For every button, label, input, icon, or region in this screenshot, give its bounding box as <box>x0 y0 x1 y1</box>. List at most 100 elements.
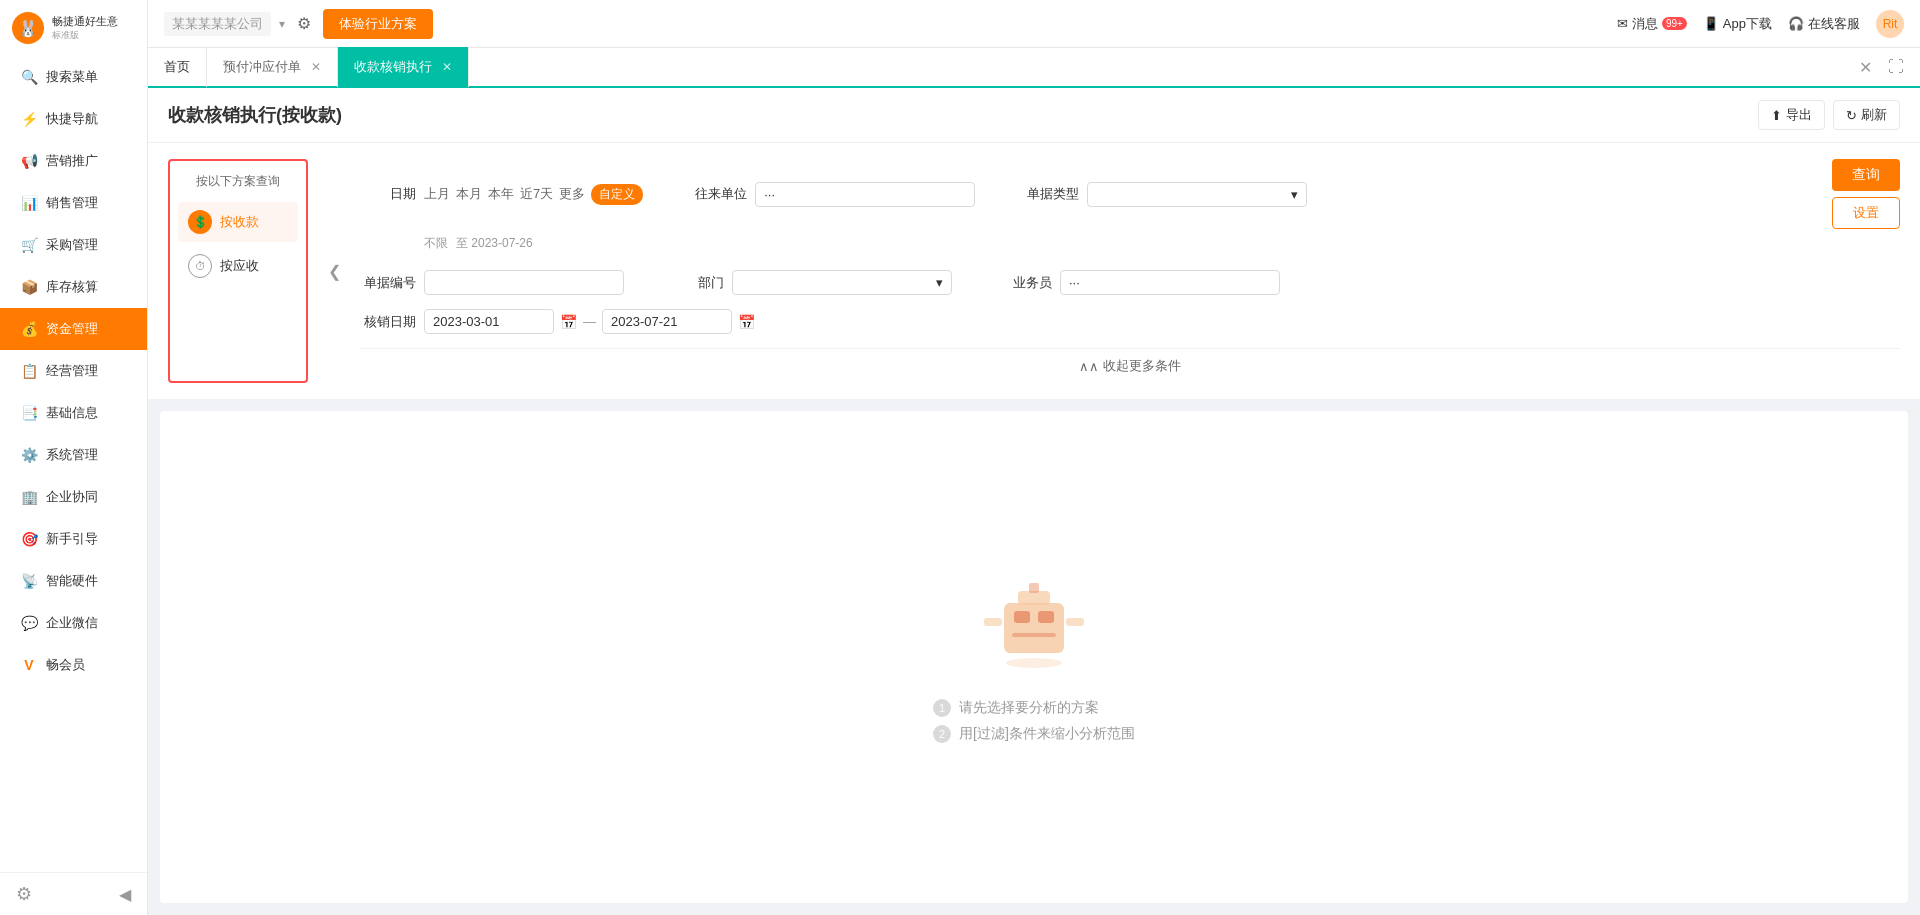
doc-type-select[interactable]: ▾ <box>1087 182 1307 207</box>
tab-prepay[interactable]: 预付冲应付单 ✕ <box>207 47 338 87</box>
shortcut-more[interactable]: 更多 <box>559 183 585 205</box>
filter-counterparty-field: 往来单位 ··· <box>687 182 975 207</box>
writeoff-start-input[interactable] <box>424 309 554 334</box>
message-icon: ✉ <box>1617 16 1628 31</box>
sidebar-item-system[interactable]: ⚙️ 系统管理 <box>0 434 147 476</box>
query-button[interactable]: 查询 <box>1832 159 1900 191</box>
salesperson-label: 业务员 <box>996 274 1052 292</box>
sidebar-item-smart-hw[interactable]: 📡 智能硬件 <box>0 560 147 602</box>
collapse-more-button[interactable]: ∧∧ 收起更多条件 <box>360 348 1900 383</box>
app-label: App下载 <box>1723 15 1772 33</box>
shortcut-this-year[interactable]: 本年 <box>488 183 514 205</box>
industry-solution-button[interactable]: 体验行业方案 <box>323 9 433 39</box>
export-icon: ⬆ <box>1771 108 1782 123</box>
filter-collapse-button[interactable]: ❮ <box>324 159 344 383</box>
message-button[interactable]: ✉ 消息 99+ <box>1617 15 1687 33</box>
shortcut-7days[interactable]: 近7天 <box>520 183 553 205</box>
page-title: 收款核销执行(按收款) <box>168 103 342 139</box>
dept-chevron-down-icon: ▾ <box>936 275 943 290</box>
svg-rect-2 <box>1038 611 1054 623</box>
filter-writeoff-date-field: 核销日期 📅 — 📅 <box>360 309 755 334</box>
page-header: 收款核销执行(按收款) ⬆ 导出 ↻ 刷新 <box>148 88 1920 143</box>
receivable-icon: ⏱ <box>188 254 212 278</box>
sidebar-item-operations[interactable]: 📋 经营管理 <box>0 350 147 392</box>
shortcut-this-month[interactable]: 本月 <box>456 183 482 205</box>
writeoff-date-range: 📅 — 📅 <box>424 309 755 334</box>
sidebar-item-marketing[interactable]: 📢 营销推广 <box>0 140 147 182</box>
inventory-icon: 📦 <box>20 278 38 296</box>
sidebar-item-sales[interactable]: 📊 销售管理 <box>0 182 147 224</box>
sidebar-item-label: 系统管理 <box>46 446 98 464</box>
refresh-icon: ↻ <box>1846 108 1857 123</box>
shortcut-custom[interactable]: 自定义 <box>591 184 643 205</box>
date-range-subrow: 不限 至 2023-07-26 <box>360 235 1900 252</box>
writeoff-start-cal-icon[interactable]: 📅 <box>560 314 577 330</box>
service-label: 在线客服 <box>1808 15 1860 33</box>
doc-no-input[interactable] <box>424 270 624 295</box>
content: 收款核销执行(按收款) ⬆ 导出 ↻ 刷新 按以下方案查询 💲 按收款 <box>148 88 1920 915</box>
tab-prepay-label: 预付冲应付单 <box>223 58 301 76</box>
tab-receipt-exec-close-icon[interactable]: ✕ <box>442 60 452 74</box>
svg-rect-0 <box>1004 603 1064 653</box>
date-shortcuts: 上月 本月 本年 近7天 更多 自定义 <box>424 183 643 205</box>
tabbar-actions: ✕ ⛶ <box>1855 54 1920 81</box>
dept-select[interactable]: ▾ <box>732 270 952 295</box>
online-service-button[interactable]: 🎧 在线客服 <box>1788 15 1860 33</box>
member-icon: V <box>20 656 38 674</box>
tab-receipt-exec[interactable]: 收款核销执行 ✕ <box>338 47 469 87</box>
sidebar-item-funds[interactable]: 💰 资金管理 <box>0 308 147 350</box>
sidebar-item-inventory[interactable]: 📦 库存核算 <box>0 266 147 308</box>
empty-tip-1: 1 请先选择要分析的方案 <box>933 699 1135 717</box>
topbar-dropdown-icon[interactable]: ▾ <box>279 17 285 31</box>
headset-icon: 🎧 <box>1788 16 1804 31</box>
settings-icon[interactable]: ⚙ <box>16 883 32 905</box>
tip-1-num: 1 <box>933 699 951 717</box>
shortcut-last-month[interactable]: 上月 <box>424 183 450 205</box>
empty-tip-2: 2 用[过滤]条件来缩小分析范围 <box>933 725 1135 743</box>
counterparty-select[interactable]: ··· <box>755 182 975 207</box>
sidebar-item-quick-nav[interactable]: ⚡ 快捷导航 <box>0 98 147 140</box>
export-button[interactable]: ⬆ 导出 <box>1758 100 1825 130</box>
sidebar-item-purchase[interactable]: 🛒 采购管理 <box>0 224 147 266</box>
sidebar-item-beginner[interactable]: 🎯 新手引导 <box>0 518 147 560</box>
sidebar-item-wechat[interactable]: 💬 企业微信 <box>0 602 147 644</box>
tab-home[interactable]: 首页 <box>148 47 207 87</box>
sidebar-item-label: 智能硬件 <box>46 572 98 590</box>
filter-option-by-receipt[interactable]: 💲 按收款 <box>178 202 298 242</box>
beginner-icon: 🎯 <box>20 530 38 548</box>
marketing-icon: 📢 <box>20 152 38 170</box>
message-badge: 99+ <box>1662 17 1687 30</box>
svg-rect-3 <box>1012 633 1056 637</box>
filter-sidebar-title: 按以下方案查询 <box>178 173 298 190</box>
sidebar-item-search-menu[interactable]: 🔍 搜索菜单 <box>0 56 147 98</box>
topbar-gear-icon[interactable]: ⚙ <box>297 14 311 33</box>
message-label: 消息 <box>1632 15 1658 33</box>
logo-badge: 标准版 <box>52 29 118 42</box>
sidebar-item-enterprise[interactable]: 🏢 企业协同 <box>0 476 147 518</box>
sidebar-item-member[interactable]: V 畅会员 <box>0 644 147 686</box>
sidebar-item-base-info[interactable]: 📑 基础信息 <box>0 392 147 434</box>
writeoff-end-input[interactable] <box>602 309 732 334</box>
settings-button[interactable]: 设置 <box>1832 197 1900 229</box>
filter-option-by-receivable[interactable]: ⏱ 按应收 <box>178 246 298 286</box>
app-download-button[interactable]: 📱 App下载 <box>1703 15 1772 33</box>
topbar-logo-area: 某某某某某公司 ▾ <box>164 12 285 36</box>
tab-prepay-close-icon[interactable]: ✕ <box>311 60 321 74</box>
sidebar-item-label: 采购管理 <box>46 236 98 254</box>
writeoff-end-cal-icon[interactable]: 📅 <box>738 314 755 330</box>
sidebar-item-label: 资金管理 <box>46 320 98 338</box>
logo-text: 畅捷通好生意 <box>52 14 118 28</box>
tab-home-label: 首页 <box>164 58 190 76</box>
tab-receipt-exec-label: 收款核销执行 <box>354 58 432 76</box>
refresh-button[interactable]: ↻ 刷新 <box>1833 100 1900 130</box>
user-avatar[interactable]: Rit <box>1876 10 1904 38</box>
expand-tab-icon[interactable]: ⛶ <box>1884 54 1908 80</box>
salesperson-select[interactable]: ··· <box>1060 270 1280 295</box>
close-tab-icon[interactable]: ✕ <box>1855 54 1876 81</box>
phone-icon: 📱 <box>1703 16 1719 31</box>
collapse-sidebar-icon[interactable]: ◀ <box>119 885 131 904</box>
svg-rect-4 <box>1018 591 1050 605</box>
logo-icon: 🐰 <box>12 12 44 44</box>
filter-option-receivable-label: 按应收 <box>220 257 259 275</box>
svg-rect-7 <box>1066 618 1084 626</box>
